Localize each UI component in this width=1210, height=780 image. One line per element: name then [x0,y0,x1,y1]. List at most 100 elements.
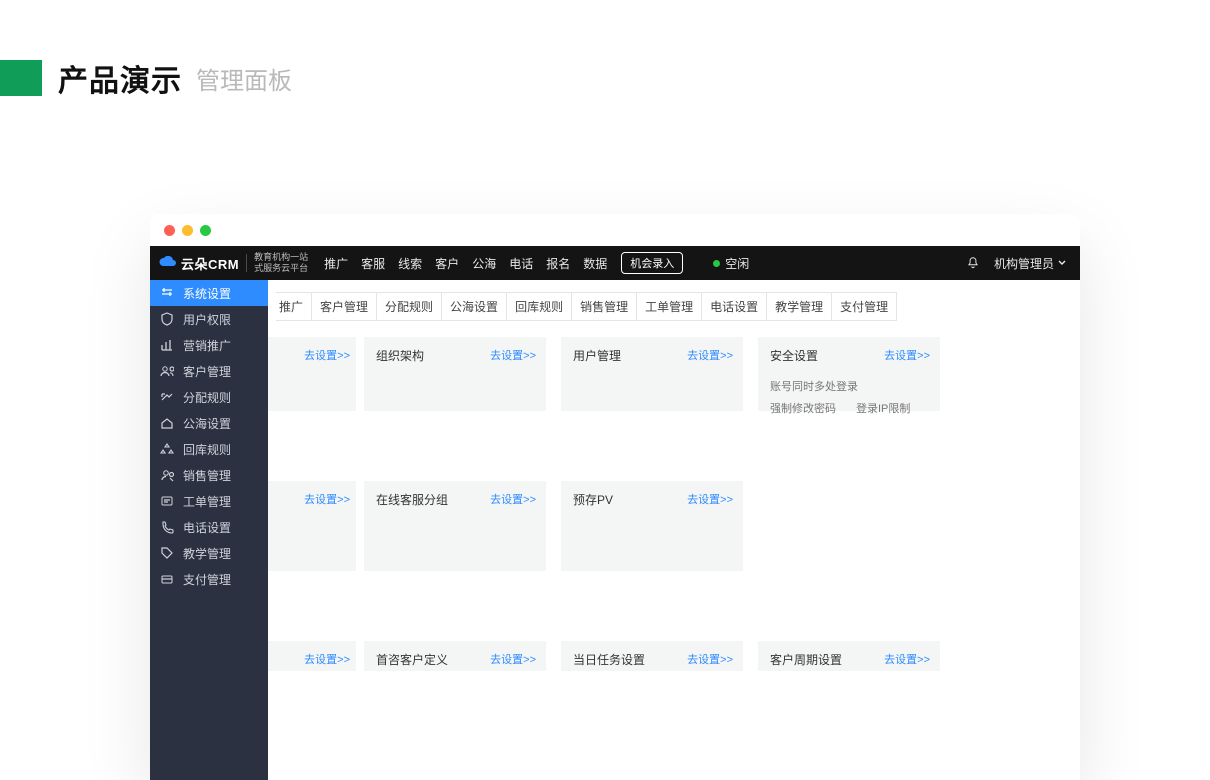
phone-icon [160,520,174,534]
card-title: 当日任务设置 [573,653,645,667]
go-settings-link[interactable]: 去设置>> [490,491,536,507]
tab-sales[interactable]: 销售管理 [571,292,637,321]
card-partial-3: 去设置>> [268,641,356,671]
home-icon [160,416,174,430]
card-title: 安全设置 [770,349,818,363]
app-body: 系统设置 用户权限 营销推广 客户管理 [150,280,1080,780]
window-maximize-dot[interactable] [200,225,211,236]
sidebar-item-customer-manage[interactable]: 客户管理 [150,358,268,384]
tab-return[interactable]: 回库规则 [506,292,572,321]
tab-teaching[interactable]: 教学管理 [766,292,832,321]
go-settings-link[interactable]: 去设置>> [884,651,930,667]
recycle-icon [160,442,174,456]
topbar-right: 机构管理员 [966,255,1066,272]
sidebar-item-marketing[interactable]: 营销推广 [150,332,268,358]
sidebar-item-label: 公海设置 [183,415,231,432]
sidebar-item-label: 营销推广 [183,337,231,354]
sidebar: 系统设置 用户权限 营销推广 客户管理 [150,280,268,780]
tab-phone[interactable]: 电话设置 [701,292,767,321]
nav-phone[interactable]: 电话 [509,255,533,272]
card-first-consult: 首咨客户定义 去设置>> [364,641,546,671]
sidebar-item-label: 教学管理 [183,545,231,562]
card-row-3: 去设置>> 首咨客户定义 去设置>> 当日任务设置 去设置>> 客户周期设置 去… [268,641,1080,671]
window-minimize-dot[interactable] [182,225,193,236]
card-title: 客户周期设置 [770,653,842,667]
status-text: 空闲 [725,255,749,272]
go-settings-link[interactable]: 去设置>> [687,491,733,507]
card-partial-2: 去设置>> [268,481,356,571]
card-title: 用户管理 [573,349,621,363]
person-search-icon [160,468,174,482]
sidebar-item-label: 支付管理 [183,571,231,588]
card-daily-task: 当日任务设置 去设置>> [561,641,743,671]
sidebar-item-sales-manage[interactable]: 销售管理 [150,462,268,488]
go-settings-link[interactable]: 去设置>> [304,347,350,363]
topbar: 云朵CRM 教育机构一站 式服务云平台 推广 客服 线索 客户 公海 电话 报名… [150,246,1080,280]
nav-signup[interactable]: 报名 [546,255,570,272]
window-close-dot[interactable] [164,225,175,236]
card-title: 在线客服分组 [376,493,448,507]
card-service-group: 在线客服分组 去设置>> [364,481,546,571]
go-settings-link[interactable]: 去设置>> [490,347,536,363]
tab-payment[interactable]: 支付管理 [831,292,897,321]
card-sub-multi-login: 账号同时多处登录 [770,378,928,394]
sidebar-item-phone-settings[interactable]: 电话设置 [150,514,268,540]
card-row-2: 去设置>> 在线客服分组 去设置>> 预存PV 去设置>> [268,481,1080,571]
sidebar-item-label: 分配规则 [183,389,231,406]
admin-dropdown[interactable]: 机构管理员 [994,255,1066,272]
go-settings-link[interactable]: 去设置>> [304,651,350,667]
go-settings-link[interactable]: 去设置>> [687,651,733,667]
nav-sea[interactable]: 公海 [472,255,496,272]
sidebar-item-ticket-manage[interactable]: 工单管理 [150,488,268,514]
nav-data[interactable]: 数据 [583,255,607,272]
top-nav: 推广 客服 线索 客户 公海 电话 报名 数据 [324,255,607,272]
ticket-icon [160,494,174,508]
nav-customer[interactable]: 客户 [435,255,459,272]
go-settings-link[interactable]: 去设置>> [490,651,536,667]
sidebar-item-allocation-rules[interactable]: 分配规则 [150,384,268,410]
sidebar-item-payment-manage[interactable]: 支付管理 [150,566,268,592]
go-settings-link[interactable]: 去设置>> [884,347,930,363]
bell-icon[interactable] [966,256,980,270]
logo-tagline: 教育机构一站 式服务云平台 [254,252,308,274]
sidebar-item-label: 用户权限 [183,311,231,328]
heading-title: 产品演示 [58,56,182,100]
cloud-logo-icon [158,253,178,273]
heading-accent-bar [0,60,42,96]
chart-icon [160,338,174,352]
sidebar-item-label: 销售管理 [183,467,231,484]
content-area: 推广 客户管理 分配规则 公海设置 回库规则 销售管理 工单管理 电话设置 教学… [268,280,1080,780]
card-title: 组织架构 [376,349,424,363]
go-settings-link[interactable]: 去设置>> [304,491,350,507]
sidebar-item-teaching-manage[interactable]: 教学管理 [150,540,268,566]
tab-sea[interactable]: 公海设置 [441,292,507,321]
shield-icon [160,312,174,326]
tab-promote[interactable]: 推广 [276,292,312,321]
sidebar-item-label: 回库规则 [183,441,231,458]
sidebar-item-label: 客户管理 [183,363,231,380]
app-window: 云朵CRM 教育机构一站 式服务云平台 推广 客服 线索 客户 公海 电话 报名… [150,214,1080,780]
tab-customer-manage[interactable]: 客户管理 [311,292,377,321]
window-titlebar [150,214,1080,246]
sidebar-item-user-permission[interactable]: 用户权限 [150,306,268,332]
card-sub-ip-limit: 登录IP限制 [856,400,910,416]
card-title: 首咨客户定义 [376,653,448,667]
card-icon [160,572,174,586]
settings-tabs: 推广 客户管理 分配规则 公海设置 回库规则 销售管理 工单管理 电话设置 教学… [268,280,1080,321]
sliders-icon [160,286,174,300]
sidebar-item-system-settings[interactable]: 系统设置 [150,280,268,306]
nav-promote[interactable]: 推广 [324,255,348,272]
sidebar-item-label: 系统设置 [183,285,231,302]
go-settings-link[interactable]: 去设置>> [687,347,733,363]
card-org-structure: 组织架构 去设置>> [364,337,546,411]
sidebar-item-return-rules[interactable]: 回库规则 [150,436,268,462]
nav-service[interactable]: 客服 [361,255,385,272]
opportunity-record-button[interactable]: 机会录入 [621,252,683,274]
tab-allocation[interactable]: 分配规则 [376,292,442,321]
card-customer-cycle: 客户周期设置 去设置>> [758,641,940,671]
sidebar-item-sea-settings[interactable]: 公海设置 [150,410,268,436]
page-heading: 产品演示 管理面板 [0,56,1210,100]
sidebar-item-label: 电话设置 [183,519,231,536]
tab-ticket[interactable]: 工单管理 [636,292,702,321]
nav-lead[interactable]: 线索 [398,255,422,272]
